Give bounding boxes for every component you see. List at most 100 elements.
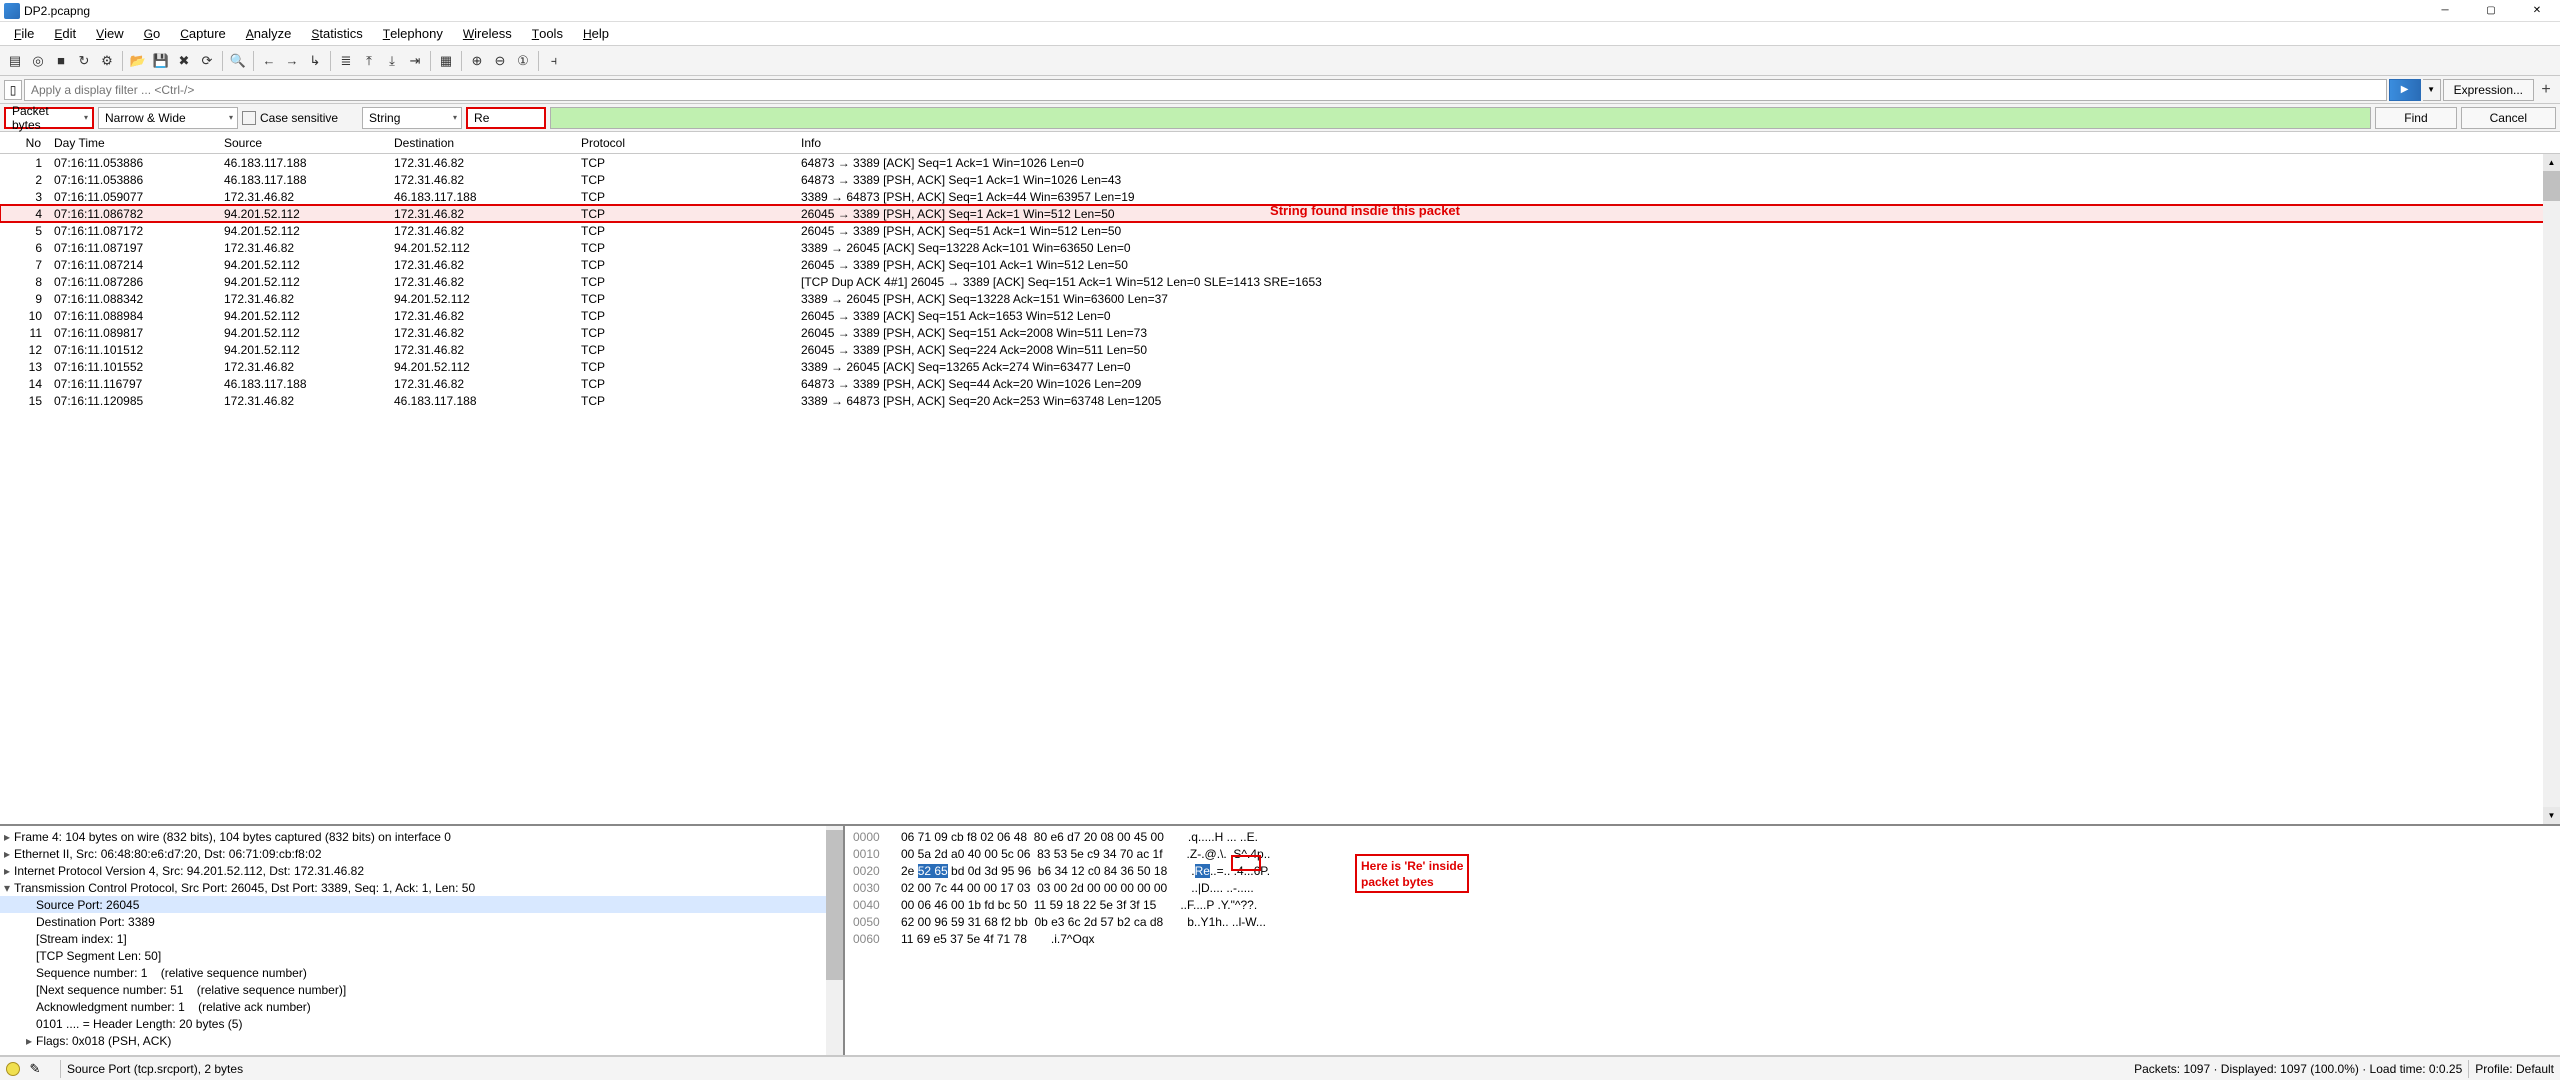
details-scrollbar[interactable]: [826, 826, 843, 1055]
col-info[interactable]: Info: [795, 136, 2560, 150]
menu-view[interactable]: View: [86, 24, 134, 43]
detail-line[interactable]: [Next sequence number: 51 (relative sequ…: [0, 981, 843, 998]
bytes-line[interactable]: 004000 06 46 00 1b fd bc 50 11 59 18 22 …: [853, 898, 2552, 915]
minimize-button[interactable]: ─: [2422, 0, 2468, 22]
packet-row[interactable]: 1507:16:11.120985172.31.46.8246.183.117.…: [0, 392, 2560, 409]
reload-icon[interactable]: ⟳: [196, 50, 218, 72]
menu-analyze[interactable]: Analyze: [236, 24, 302, 43]
gear-icon[interactable]: ⚙: [96, 50, 118, 72]
resize-cols-icon[interactable]: ⫞: [543, 50, 565, 72]
search-in-dropdown[interactable]: Packet bytes: [4, 107, 94, 129]
close-file-icon[interactable]: ✖: [173, 50, 195, 72]
zoom-in-icon[interactable]: ⊕: [466, 50, 488, 72]
col-destination[interactable]: Destination: [388, 136, 575, 150]
col-protocol[interactable]: Protocol: [575, 136, 795, 150]
packet-details-pane[interactable]: ▸Frame 4: 104 bytes on wire (832 bits), …: [0, 826, 845, 1055]
detail-line[interactable]: ▸Frame 4: 104 bytes on wire (832 bits), …: [0, 828, 843, 845]
search-icon[interactable]: 🔍: [227, 50, 249, 72]
add-filter-button[interactable]: +: [2536, 79, 2556, 101]
packet-row[interactable]: 1207:16:11.10151294.201.52.112172.31.46.…: [0, 341, 2560, 358]
col-no[interactable]: No: [0, 136, 48, 150]
col-time[interactable]: Day Time: [48, 136, 218, 150]
auto-scroll-icon[interactable]: ⇥: [404, 50, 426, 72]
detail-line[interactable]: ▸Flags: 0x018 (PSH, ACK): [0, 1032, 843, 1049]
bytes-line[interactable]: 006011 69 e5 37 5e 4f 71 78.i.7^Oqx: [853, 932, 2552, 949]
maximize-button[interactable]: ▢: [2468, 0, 2514, 22]
scroll-up-icon[interactable]: ▲: [2543, 154, 2560, 171]
packet-row[interactable]: 207:16:11.05388646.183.117.188172.31.46.…: [0, 171, 2560, 188]
cancel-button[interactable]: Cancel: [2461, 107, 2556, 129]
scroll-thumb[interactable]: [2543, 171, 2560, 201]
packet-row[interactable]: 607:16:11.087197172.31.46.8294.201.52.11…: [0, 239, 2560, 256]
circle-start-icon[interactable]: ◎: [27, 50, 49, 72]
packet-row[interactable]: 1407:16:11.11679746.183.117.188172.31.46…: [0, 375, 2560, 392]
display-filter-input[interactable]: [24, 79, 2387, 101]
arrow-up-icon[interactable]: ⤒: [358, 50, 380, 72]
packet-row[interactable]: 907:16:11.088342172.31.46.8294.201.52.11…: [0, 290, 2560, 307]
detail-line[interactable]: Sequence number: 1 (relative sequence nu…: [0, 964, 843, 981]
packet-row[interactable]: 307:16:11.059077172.31.46.8246.183.117.1…: [0, 188, 2560, 205]
packet-row[interactable]: 107:16:11.05388646.183.117.188172.31.46.…: [0, 154, 2560, 171]
detail-line[interactable]: [Stream index: 1]: [0, 930, 843, 947]
bytes-line[interactable]: 000006 71 09 cb f8 02 06 48 80 e6 d7 20 …: [853, 830, 2552, 847]
zoom-reset-icon[interactable]: ①: [512, 50, 534, 72]
arrow-right-icon[interactable]: →: [281, 50, 303, 72]
filter-history-dropdown[interactable]: ▼: [2423, 79, 2441, 101]
save-icon[interactable]: 💾: [150, 50, 172, 72]
packet-row[interactable]: 507:16:11.08717294.201.52.112172.31.46.8…: [0, 222, 2560, 239]
edit-comment-icon[interactable]: ✎: [26, 1060, 44, 1078]
expression-button[interactable]: Expression...: [2443, 79, 2534, 101]
square-stop-icon[interactable]: ■: [50, 50, 72, 72]
close-window-button[interactable]: ✕: [2514, 0, 2560, 22]
bookmark-icon[interactable]: ▯: [4, 80, 22, 100]
detail-line[interactable]: Destination Port: 3389: [0, 913, 843, 930]
menu-telephony[interactable]: Telephony: [373, 24, 453, 43]
menu-file[interactable]: File: [4, 24, 44, 43]
bytes-line[interactable]: 003002 00 7c 44 00 00 17 03 03 00 2d 00 …: [853, 881, 2552, 898]
expert-info-icon[interactable]: [6, 1062, 20, 1076]
menu-statistics[interactable]: Statistics: [301, 24, 372, 43]
packet-row[interactable]: 1307:16:11.101552172.31.46.8294.201.52.1…: [0, 358, 2560, 375]
detail-line[interactable]: Acknowledgment number: 1 (relative ack n…: [0, 998, 843, 1015]
packet-row[interactable]: 1007:16:11.08898494.201.52.112172.31.46.…: [0, 307, 2560, 324]
bytes-line[interactable]: 001000 5a 2d a0 40 00 5c 06 83 53 5e c9 …: [853, 847, 2552, 864]
color-icon[interactable]: ▦: [435, 50, 457, 72]
detail-line[interactable]: ▸Ethernet II, Src: 06:48:80:e6:d7:20, Ds…: [0, 845, 843, 862]
packet-row[interactable]: 807:16:11.08728694.201.52.112172.31.46.8…: [0, 273, 2560, 290]
bytes-line[interactable]: 00202e 52 65 bd 0d 3d 95 96 b6 34 12 c0 …: [853, 864, 2552, 881]
arrow-down-icon[interactable]: ⤓: [381, 50, 403, 72]
list-icon[interactable]: ▤: [4, 50, 26, 72]
scroll-down-icon[interactable]: ▼: [2543, 807, 2560, 824]
packet-row[interactable]: 707:16:11.08721494.201.52.112172.31.46.8…: [0, 256, 2560, 273]
apply-filter-button[interactable]: ▶: [2389, 79, 2421, 101]
detail-line[interactable]: 0101 .... = Header Length: 20 bytes (5): [0, 1015, 843, 1032]
bytes-line[interactable]: 005062 00 96 59 31 68 f2 bb 0b e3 6c 2d …: [853, 915, 2552, 932]
detail-line[interactable]: Source Port: 26045: [0, 896, 843, 913]
detail-line[interactable]: ▸Internet Protocol Version 4, Src: 94.20…: [0, 862, 843, 879]
col-source[interactable]: Source: [218, 136, 388, 150]
packet-list-scrollbar[interactable]: ▲ ▼: [2543, 154, 2560, 824]
search-value-input[interactable]: Re: [466, 107, 546, 129]
status-profile[interactable]: Profile: Default: [2475, 1062, 2554, 1076]
search-type-dropdown[interactable]: String: [362, 107, 462, 129]
menu-edit[interactable]: Edit: [44, 24, 86, 43]
arrow-left-icon[interactable]: ←: [258, 50, 280, 72]
packet-row[interactable]: 407:16:11.08678294.201.52.112172.31.46.8…: [0, 205, 2560, 222]
packet-row[interactable]: 1107:16:11.08981794.201.52.112172.31.46.…: [0, 324, 2560, 341]
menu-help[interactable]: Help: [573, 24, 619, 43]
zoom-out-icon[interactable]: ⊖: [489, 50, 511, 72]
detail-line[interactable]: [TCP Segment Len: 50]: [0, 947, 843, 964]
find-button[interactable]: Find: [2375, 107, 2456, 129]
case-sensitive-checkbox[interactable]: Case sensitive: [242, 111, 338, 125]
jump-go-icon[interactable]: ↳: [304, 50, 326, 72]
folder-open-icon[interactable]: 📂: [127, 50, 149, 72]
scroll-thumb[interactable]: [826, 830, 843, 980]
packet-list-header[interactable]: No Day Time Source Destination Protocol …: [0, 132, 2560, 154]
lines-icon[interactable]: ≣: [335, 50, 357, 72]
menu-tools[interactable]: Tools: [522, 24, 573, 43]
restart-icon[interactable]: ↻: [73, 50, 95, 72]
menu-wireless[interactable]: Wireless: [453, 24, 522, 43]
menu-go[interactable]: Go: [134, 24, 171, 43]
detail-line[interactable]: ▾Transmission Control Protocol, Src Port…: [0, 879, 843, 896]
menu-capture[interactable]: Capture: [170, 24, 236, 43]
